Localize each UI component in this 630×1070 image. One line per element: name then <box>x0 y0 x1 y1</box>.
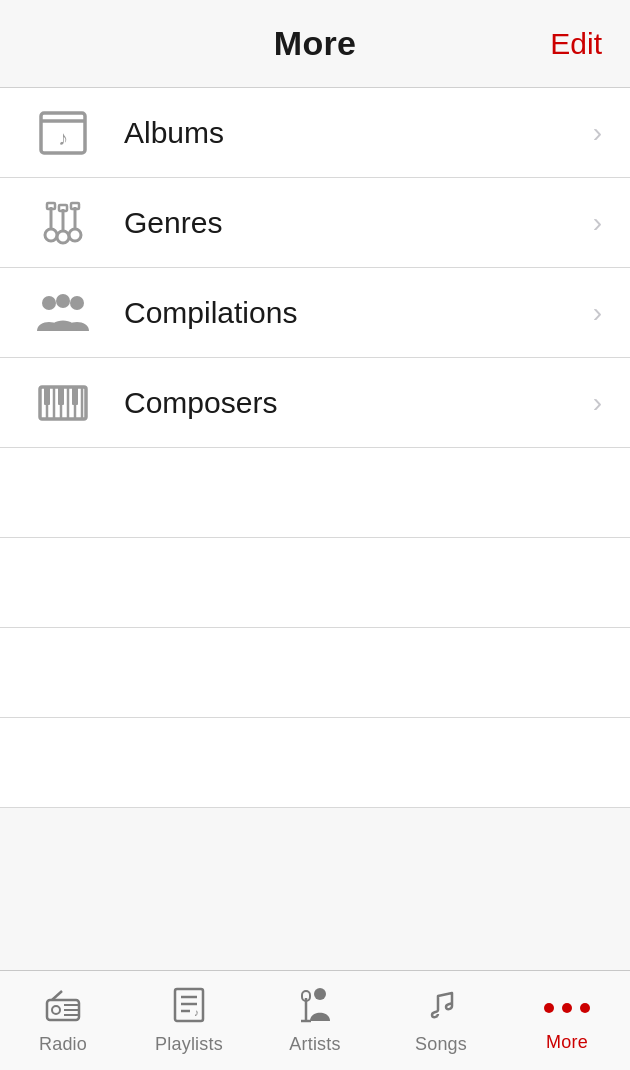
composers-chevron: › <box>593 387 602 419</box>
svg-text:♪: ♪ <box>58 127 68 149</box>
albums-label: Albums <box>124 116 593 150</box>
svg-point-26 <box>52 1006 60 1014</box>
svg-rect-11 <box>59 205 67 211</box>
list-item-genres[interactable]: Genres › <box>0 178 630 268</box>
empty-row-2 <box>0 538 630 628</box>
tab-radio[interactable]: Radio <box>0 971 126 1070</box>
tab-bar: Radio ♪ Playlists <box>0 970 630 1070</box>
svg-point-9 <box>57 231 69 243</box>
dot-3 <box>580 1003 590 1013</box>
nav-bar: More Edit <box>0 0 630 88</box>
svg-text:♪: ♪ <box>194 1007 199 1018</box>
artists-label: Artists <box>289 1034 340 1055</box>
albums-icon: ♪ <box>28 103 98 163</box>
empty-row-3 <box>0 628 630 718</box>
svg-rect-7 <box>47 203 55 209</box>
tab-artists[interactable]: Artists <box>252 971 378 1070</box>
songs-icon <box>422 986 460 1029</box>
empty-row-4 <box>0 718 630 808</box>
svg-rect-22 <box>44 387 50 405</box>
tab-more[interactable]: More <box>504 971 630 1070</box>
compilations-chevron: › <box>593 297 602 329</box>
nav-title: More <box>274 24 356 63</box>
genres-icon <box>28 193 98 253</box>
songs-label: Songs <box>415 1034 467 1055</box>
list-item-composers[interactable]: Composers › <box>0 358 630 448</box>
radio-label: Radio <box>39 1034 87 1055</box>
genres-chevron: › <box>593 207 602 239</box>
svg-point-3 <box>45 229 57 241</box>
compilations-icon <box>28 283 98 343</box>
svg-point-13 <box>70 296 84 310</box>
svg-rect-24 <box>72 387 78 405</box>
svg-rect-8 <box>71 203 79 209</box>
svg-point-14 <box>56 294 70 308</box>
list-item-albums[interactable]: ♪ Albums › <box>0 88 630 178</box>
playlists-icon: ♪ <box>170 986 208 1029</box>
svg-point-4 <box>69 229 81 241</box>
genres-label: Genres <box>124 206 593 240</box>
menu-list: ♪ Albums › Genres › <box>0 88 630 808</box>
radio-icon <box>44 986 82 1029</box>
svg-point-36 <box>314 988 326 1000</box>
albums-chevron: › <box>593 117 602 149</box>
svg-rect-23 <box>58 387 64 405</box>
composers-icon <box>28 373 98 433</box>
list-item-compilations[interactable]: Compilations › <box>0 268 630 358</box>
compilations-label: Compilations <box>124 296 593 330</box>
dot-1 <box>544 1003 554 1013</box>
more-label: More <box>546 1032 588 1053</box>
tab-playlists[interactable]: ♪ Playlists <box>126 971 252 1070</box>
more-icon <box>544 989 590 1027</box>
edit-button[interactable]: Edit <box>550 27 602 61</box>
dot-2 <box>562 1003 572 1013</box>
playlists-label: Playlists <box>155 1034 223 1055</box>
artists-icon <box>296 986 334 1029</box>
composers-label: Composers <box>124 386 593 420</box>
empty-row-1 <box>0 448 630 538</box>
tab-songs[interactable]: Songs <box>378 971 504 1070</box>
svg-point-12 <box>42 296 56 310</box>
svg-line-30 <box>52 991 62 1000</box>
